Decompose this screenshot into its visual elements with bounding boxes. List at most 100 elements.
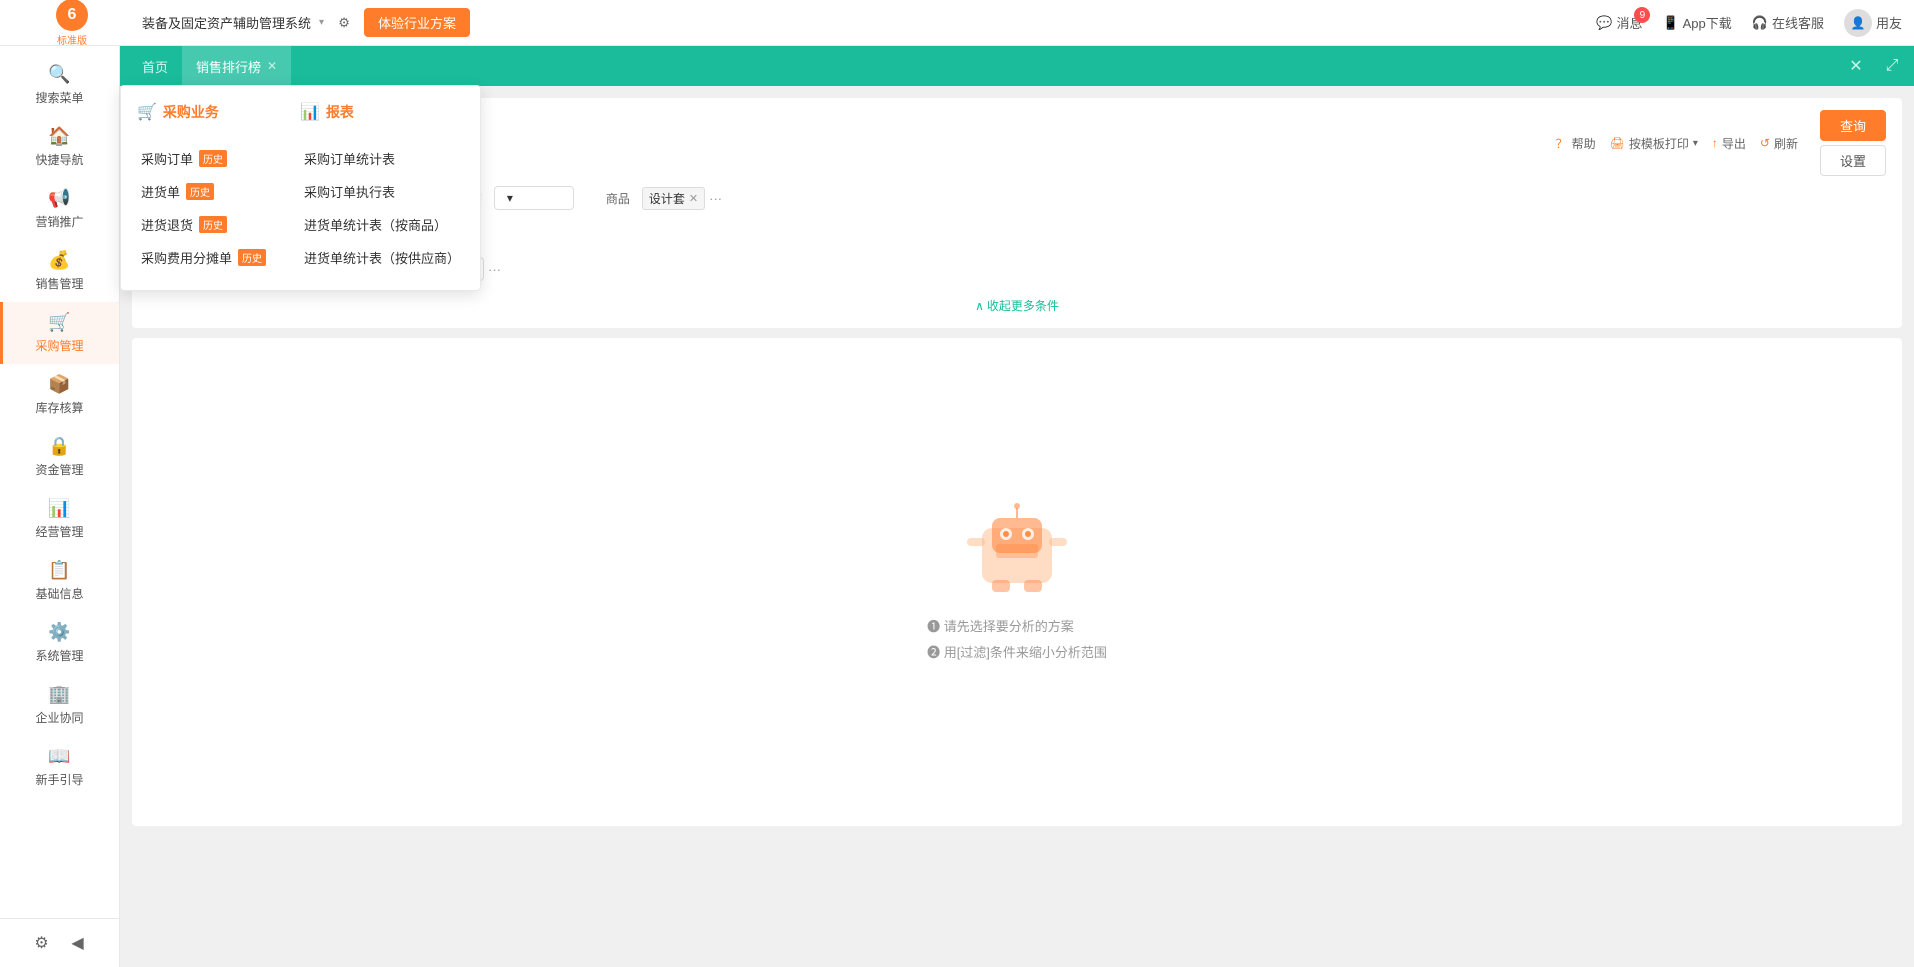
menu-item-receipt-stats-goods[interactable]: 进货单统计表（按商品） — [300, 208, 464, 241]
logo-area: 6 标准版 — [12, 0, 132, 47]
refresh-icon: ↺ — [1760, 136, 1770, 150]
tab-home-label: 首页 — [142, 57, 168, 76]
sidebar-item-system[interactable]: ⚙️ 系统管理 — [0, 612, 119, 674]
tab-sales-rank-label: 销售排行榜 — [196, 57, 261, 76]
sidebar-label-system: 系统管理 — [35, 647, 83, 664]
export-label: 导出 — [1722, 135, 1746, 152]
refresh-button[interactable]: ↺ 刷新 — [1760, 135, 1798, 152]
purchase-section-icon: 🛒 — [137, 102, 157, 122]
collapse-button[interactable]: ∧ 收起更多条件 — [148, 291, 1886, 316]
sidebar-label-guide: 新手引导 — [35, 771, 83, 788]
sidebar-item-operation[interactable]: 📊 经营管理 — [0, 488, 119, 550]
user-button[interactable]: 👤 用友 — [1844, 9, 1902, 37]
sidebar: 🔍 搜索菜单 🏠 快捷导航 📢 营销推广 💰 销售管理 🛒 采购管理 📦 库存核… — [0, 46, 120, 967]
export-button[interactable]: ↑ 导出 — [1712, 135, 1746, 152]
tab-expand-button[interactable]: ⤢ — [1878, 52, 1906, 80]
user-label: 用友 — [1876, 13, 1902, 32]
headset-icon: 🎧 — [1752, 15, 1768, 31]
sidebar-item-quicknav[interactable]: 🏠 快捷导航 — [0, 116, 119, 178]
report-section-icon: 📊 — [300, 102, 320, 122]
message-icon: 💬 — [1596, 15, 1612, 31]
tab-close-all-button[interactable]: ✕ — [1842, 52, 1870, 80]
voucher-status-select[interactable]: ▾ — [494, 186, 574, 210]
sidebar-label-sales: 销售管理 — [35, 275, 83, 292]
help-label: 帮助 — [1572, 135, 1596, 152]
menu-item-purchase-expense[interactable]: 采购费用分摊单 历史 — [137, 241, 270, 274]
system-title-area: 装备及固定资产辅助管理系统 ▾ ⚙ 体验行业方案 — [142, 8, 1596, 37]
sidebar-label-basic: 基础信息 — [35, 585, 83, 602]
menu-item-receipt-stats-supplier-label: 进货单统计表（按供应商） — [304, 248, 460, 267]
logo-icon: 6 — [56, 0, 88, 31]
service-label: 在线客服 — [1772, 13, 1824, 32]
history-badge-3: 历史 — [199, 216, 227, 233]
sidebar-settings-button[interactable]: ⚙ — [26, 927, 58, 959]
refresh-label: 刷新 — [1774, 135, 1798, 152]
online-service-button[interactable]: 🎧 在线客服 — [1752, 13, 1824, 32]
report-section-title: 📊 报表 — [300, 102, 464, 130]
sidebar-item-search[interactable]: 🔍 搜索菜单 — [0, 54, 119, 116]
menu-item-purchase-order[interactable]: 采购订单 历史 — [137, 142, 270, 175]
voucher-status-arrow: ▾ — [507, 191, 513, 205]
sidebar-label-search: 搜索菜单 — [35, 89, 83, 106]
setting-button[interactable]: 设置 — [1820, 145, 1886, 176]
tab-sales-rank[interactable]: 销售排行榜 ✕ — [182, 46, 291, 86]
basic-icon: 📋 — [48, 560, 70, 581]
menu-item-purchase-order-label: 采购订单 — [141, 149, 193, 168]
empty-state-panel: 请先选择要分析的方案 用[过滤]条件来缩小分析范围 — [132, 338, 1902, 826]
top-header: 6 标准版 装备及固定资产辅助管理系统 ▾ ⚙ 体验行业方案 💬 消息 9 📱 … — [0, 0, 1914, 46]
sidebar-item-basic[interactable]: 📋 基础信息 — [0, 550, 119, 612]
logo-text: 标准版 — [57, 32, 87, 47]
menu-item-receipt-stats-supplier[interactable]: 进货单统计表（按供应商） — [300, 241, 464, 274]
purchase-section-title: 🛒 采购业务 — [137, 102, 270, 130]
menu-item-receipt[interactable]: 进货单 历史 — [137, 175, 270, 208]
goods-tag-close-icon[interactable]: ✕ — [689, 192, 698, 205]
sidebar-collapse-button[interactable]: ◀ — [62, 927, 94, 959]
goods-label: 商品 — [606, 190, 630, 207]
purchase-section-label: 采购业务 — [163, 102, 219, 122]
menu-item-purchase-expense-label: 采购费用分摊单 — [141, 248, 232, 267]
sidebar-label-quicknav: 快捷导航 — [35, 151, 83, 168]
history-badge-4: 历史 — [238, 249, 266, 266]
goods-filter-area: 设计套 ✕ ··· — [642, 187, 722, 210]
sidebar-item-purchase[interactable]: 🛒 采购管理 — [0, 302, 119, 364]
sidebar-item-capital[interactable]: 🔒 资金管理 — [0, 426, 119, 488]
empty-state: 请先选择要分析的方案 用[过滤]条件来缩小分析范围 — [927, 418, 1107, 746]
sidebar-item-guide[interactable]: 📖 新手引导 — [0, 736, 119, 798]
report-menu-section: 📊 报表 采购订单统计表 采购订单执行表 进货单统计表（按商品） 进货单统计表（… — [300, 102, 464, 274]
menu-item-order-exec[interactable]: 采购订单执行表 — [300, 175, 464, 208]
guide-icon: 📖 — [48, 746, 70, 767]
help-button[interactable]: ？ 帮助 — [1556, 135, 1596, 152]
print-button[interactable]: 🖨 按模板打印 ▾ — [1610, 135, 1698, 152]
enterprise-icon: 🏢 — [48, 684, 70, 705]
settings-icon[interactable]: ⚙ — [332, 11, 356, 35]
phone-icon: 📱 — [1662, 15, 1678, 31]
collapse-up-icon: ∧ — [975, 299, 984, 313]
sidebar-item-marketing[interactable]: 📢 营销推广 — [0, 178, 119, 240]
sidebar-item-inventory[interactable]: 📦 库存核算 — [0, 364, 119, 426]
goods-more-button[interactable]: ··· — [709, 191, 722, 206]
customer-more-button[interactable]: ··· — [488, 262, 501, 277]
sidebar-item-sales[interactable]: 💰 销售管理 — [0, 240, 119, 302]
report-section-label: 报表 — [326, 102, 354, 122]
purchase-dropdown-menu: 🛒 采购业务 采购订单 历史 进货单 历史 进货退货 历史 采购费用分摊单 历史… — [120, 85, 481, 291]
tab-close-icon[interactable]: ✕ — [267, 59, 277, 73]
sidebar-label-inventory: 库存核算 — [35, 399, 83, 416]
print-icon: 🖨 — [1610, 136, 1625, 150]
app-download-button[interactable]: 📱 App下载 — [1662, 13, 1731, 32]
dropdown-arrow-icon[interactable]: ▾ — [319, 17, 324, 28]
menu-item-order-stats[interactable]: 采购订单统计表 — [300, 142, 464, 175]
message-button[interactable]: 💬 消息 9 — [1596, 13, 1642, 32]
menu-item-receipt-return[interactable]: 进货退货 历史 — [137, 208, 270, 241]
tab-bar-right: ✕ ⤢ — [1842, 52, 1906, 80]
empty-robot-svg — [962, 498, 1072, 598]
sidebar-item-enterprise[interactable]: 🏢 企业协同 — [0, 674, 119, 736]
inventory-icon: 📦 — [48, 374, 70, 395]
query-button[interactable]: 查询 — [1820, 110, 1886, 141]
goods-tag-text: 设计套 — [649, 190, 685, 207]
export-icon: ↑ — [1712, 136, 1718, 150]
menu-item-receipt-stats-goods-label: 进货单统计表（按商品） — [304, 215, 447, 234]
tab-home[interactable]: 首页 — [128, 46, 182, 86]
tab-bar: 首页 销售排行榜 ✕ ✕ ⤢ — [120, 46, 1914, 86]
industry-button[interactable]: 体验行业方案 — [364, 8, 470, 37]
goods-tag: 设计套 ✕ — [642, 187, 705, 210]
